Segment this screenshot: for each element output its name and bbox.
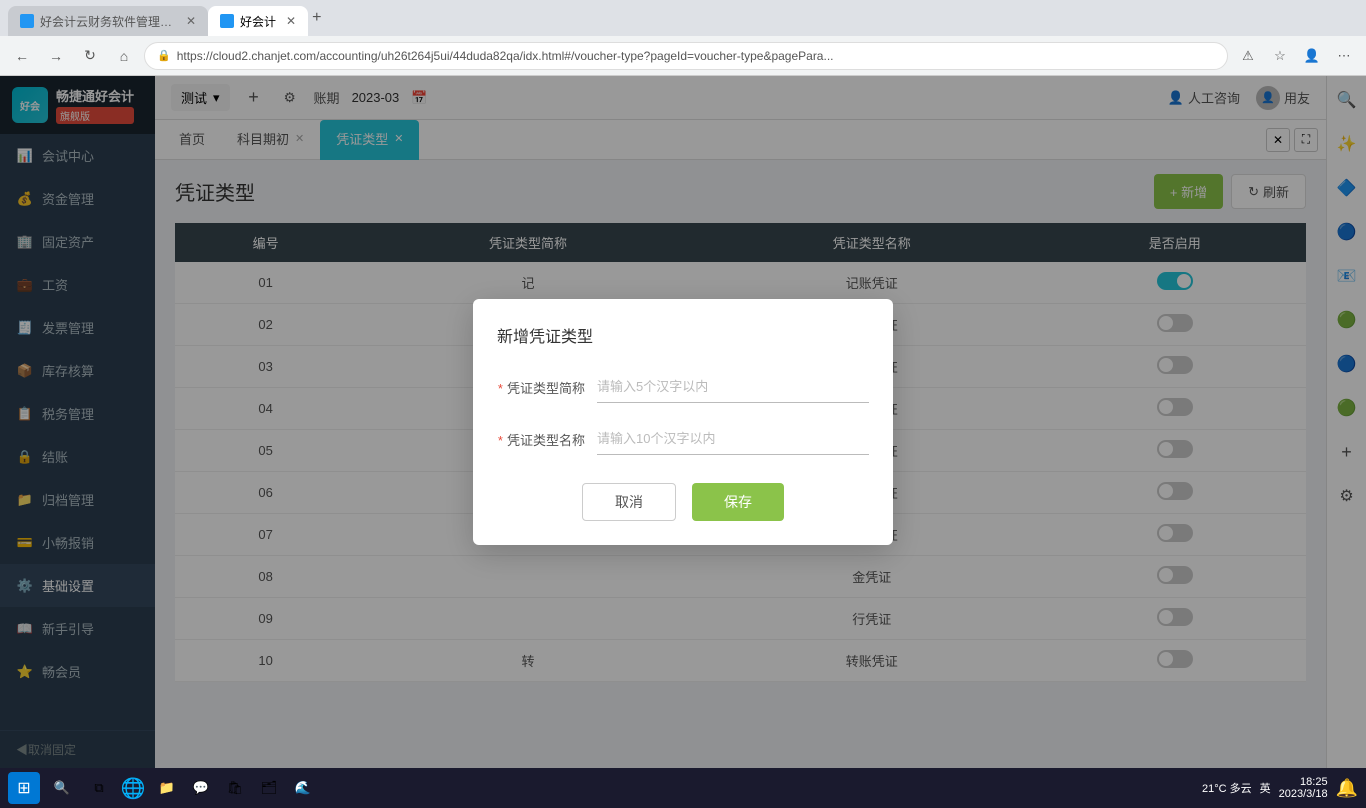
tab-title-1: 好会计云财务软件管理系统_会计	[40, 13, 176, 30]
reload-button[interactable]: ↻	[76, 42, 104, 70]
taskbar-explorer-icon[interactable]: 📁	[152, 773, 182, 803]
bookmarks-btn[interactable]: ☆	[1266, 42, 1294, 70]
taskbar-search-button[interactable]: 🔍	[48, 774, 76, 802]
browser-chrome: 好会计云财务软件管理系统_会计 ✕ 好会计 ✕ + ← → ↻ ⌂ 🔒 http…	[0, 0, 1366, 76]
modal-overlay: 新增凭证类型 *凭证类型简称 *凭证类型名称 取消 保存	[0, 76, 1366, 768]
cancel-button[interactable]: 取消	[582, 483, 676, 521]
taskbar-edge-icon[interactable]: 🌊	[288, 773, 318, 803]
back-button[interactable]: ←	[8, 42, 36, 70]
abbr-input[interactable]	[597, 371, 869, 403]
taskbar-task-view[interactable]: ⧉	[84, 773, 114, 803]
browser-controls: ← → ↻ ⌂ 🔒 https://cloud2.chanjet.com/acc…	[0, 36, 1366, 76]
profile-btn[interactable]: 👤	[1298, 42, 1326, 70]
browser-actions: ⚠ ☆ 👤 ⋯	[1234, 42, 1358, 70]
taskbar-wechat-icon[interactable]: 💬	[186, 773, 216, 803]
notification-icon[interactable]: 🔔	[1336, 778, 1358, 799]
name-input[interactable]	[597, 423, 869, 455]
taskbar-chrome-icon[interactable]: 🌐	[118, 773, 148, 803]
taskbar-right: 21°C 多云 英 18:25 2023/3/18 🔔	[1202, 776, 1358, 800]
modal-title: 新增凭证类型	[497, 323, 869, 347]
tab-favicon-1	[20, 14, 34, 28]
abbr-required-mark: *	[498, 381, 503, 396]
form-row-abbr: *凭证类型简称	[497, 371, 869, 403]
tab-bar: 好会计云财务软件管理系统_会计 ✕ 好会计 ✕ +	[0, 0, 1366, 36]
lang-label: 英	[1260, 780, 1271, 796]
forward-button[interactable]: →	[42, 42, 70, 70]
date-display: 2023/3/18	[1279, 788, 1328, 800]
taskbar-store-icon[interactable]: 🛍	[220, 773, 250, 803]
lock-icon: 🔒	[157, 49, 171, 62]
taskbar-files-icon[interactable]: 🗂	[254, 773, 284, 803]
modal-footer: 取消 保存	[497, 483, 869, 521]
save-button[interactable]: 保存	[692, 483, 784, 521]
name-label: *凭证类型名称	[497, 430, 597, 449]
tab-close-1[interactable]: ✕	[186, 14, 196, 28]
tab-title-2: 好会计	[240, 13, 276, 30]
browser-tab-2[interactable]: 好会计 ✕	[208, 6, 308, 36]
tab-favicon-2	[220, 14, 234, 28]
abbr-label: *凭证类型简称	[497, 378, 597, 397]
tab-close-2[interactable]: ✕	[286, 14, 296, 28]
taskbar: ⊞ 🔍 ⧉ 🌐 📁 💬 🛍 🗂 🌊 21°C 多云 英 18:25 2023/3…	[0, 768, 1366, 808]
extensions-btn[interactable]: ⚠	[1234, 42, 1262, 70]
address-text: https://cloud2.chanjet.com/accounting/uh…	[177, 49, 1215, 63]
taskbar-app-icons: ⧉ 🌐 📁 💬 🛍 🗂 🌊	[84, 773, 318, 803]
time-display: 18:25	[1300, 776, 1328, 788]
start-button[interactable]: ⊞	[8, 772, 40, 804]
windows-icon: ⊞	[17, 778, 30, 798]
home-button[interactable]: ⌂	[110, 42, 138, 70]
browser-tab-1[interactable]: 好会计云财务软件管理系统_会计 ✕	[8, 6, 208, 36]
menu-btn[interactable]: ⋯	[1330, 42, 1358, 70]
taskbar-clock: 18:25 2023/3/18	[1279, 776, 1328, 800]
address-bar[interactable]: 🔒 https://cloud2.chanjet.com/accounting/…	[144, 42, 1228, 70]
form-row-name: *凭证类型名称	[497, 423, 869, 455]
add-voucher-type-modal: 新增凭证类型 *凭证类型简称 *凭证类型名称 取消 保存	[473, 299, 893, 545]
weather-label: 21°C 多云	[1202, 780, 1252, 796]
name-required-mark: *	[498, 433, 503, 448]
new-tab-button[interactable]: +	[312, 9, 321, 27]
